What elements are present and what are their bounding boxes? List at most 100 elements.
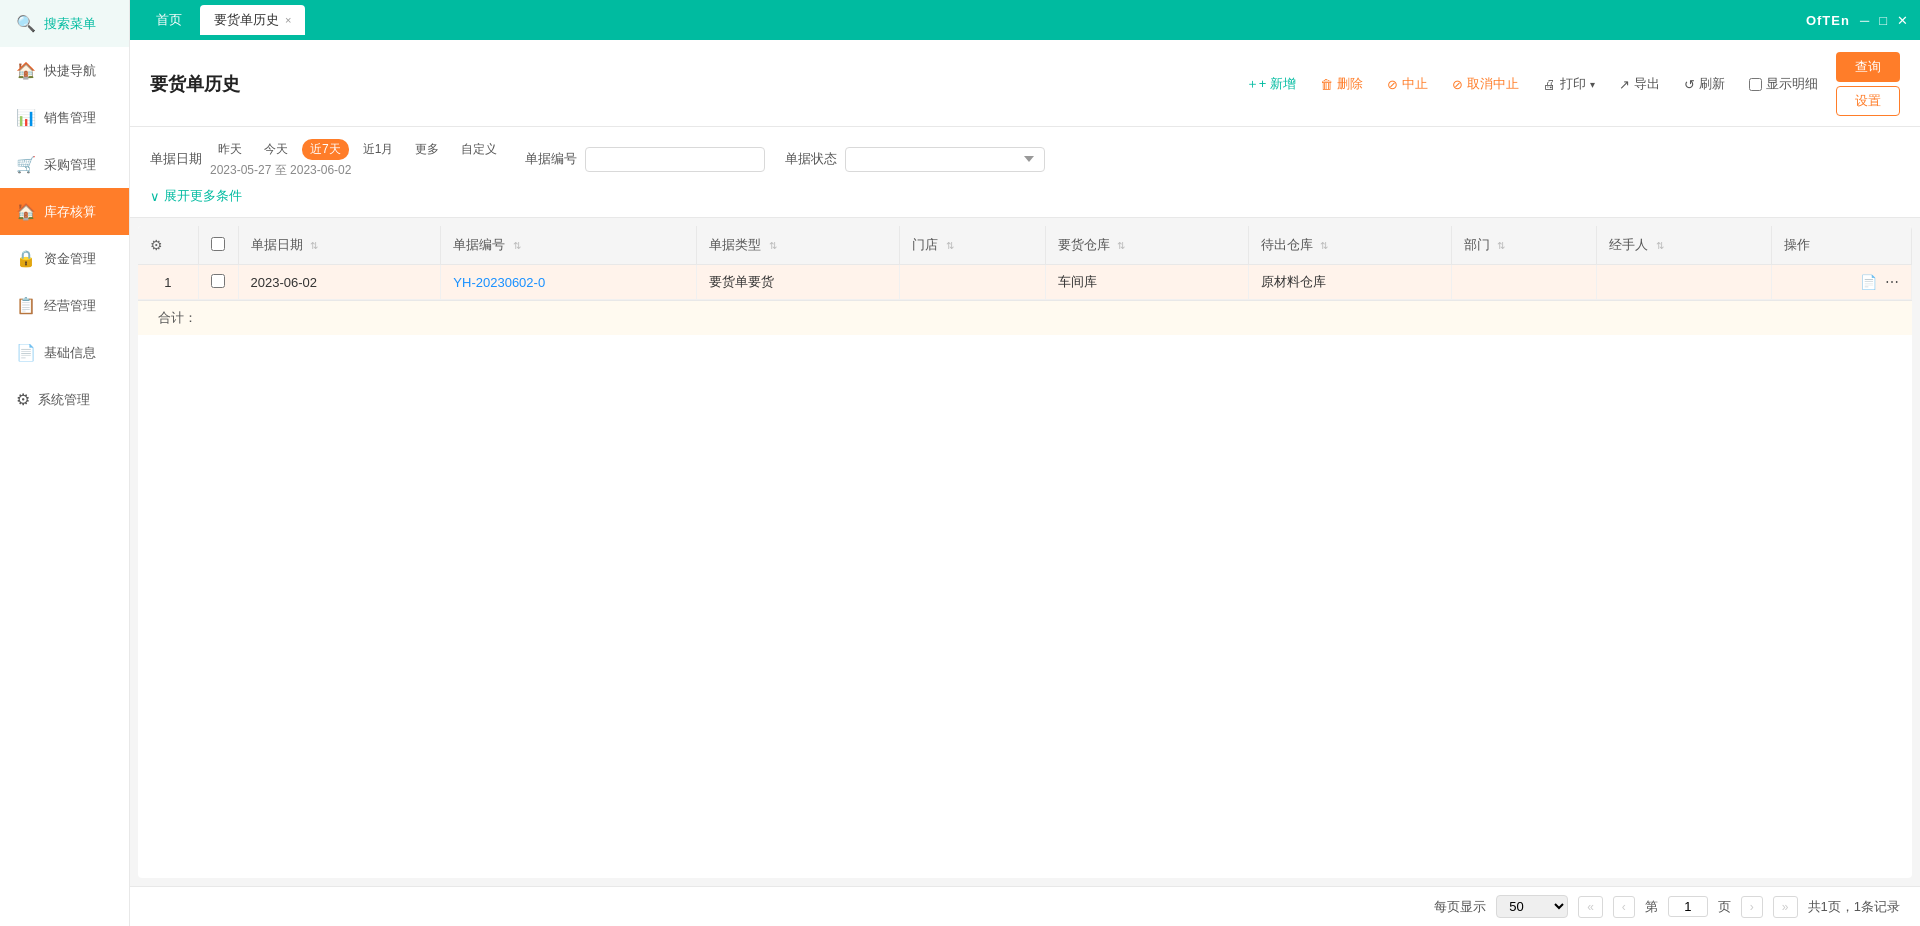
sales-icon: 📊 xyxy=(16,108,36,127)
sidebar: 🔍 搜索菜单 🏠 快捷导航 📊 销售管理 🛒 采购管理 🏠 库存核算 🔒 资金管… xyxy=(0,0,130,926)
delete-icon: 🗑 xyxy=(1320,77,1333,92)
cell-actions: 📄 ⋯ xyxy=(1771,265,1911,300)
table-body: 1 2023-06-02 YH-20230602-0 要货单要货 车间库 原材料… xyxy=(138,265,1912,300)
expand-more-button[interactable]: ∨ 展开更多条件 xyxy=(150,187,1900,205)
show-detail-toggle[interactable]: 显示明细 xyxy=(1743,71,1824,97)
tab-requisition-history[interactable]: 要货单历史 × xyxy=(200,5,305,35)
col-doc-date: 单据日期 ⇅ xyxy=(238,226,441,265)
sort-icon-doc-date[interactable]: ⇅ xyxy=(310,240,318,251)
status-label: 单据状态 xyxy=(785,150,837,168)
sidebar-item-quick-nav[interactable]: 🏠 快捷导航 xyxy=(0,47,129,94)
status-select[interactable] xyxy=(845,147,1045,172)
sidebar-item-finance[interactable]: 🔒 资金管理 xyxy=(0,235,129,282)
first-page-button[interactable]: « xyxy=(1578,896,1603,918)
delete-button[interactable]: 🗑 删除 xyxy=(1314,71,1369,97)
col-req-warehouse: 要货仓库 ⇅ xyxy=(1045,226,1248,265)
inventory-icon: 🏠 xyxy=(16,202,36,221)
date-btn-1month[interactable]: 近1月 xyxy=(355,139,402,160)
last-page-button[interactable]: » xyxy=(1773,896,1798,918)
cell-handler xyxy=(1597,265,1771,300)
window-maximize-button[interactable]: □ xyxy=(1879,13,1887,28)
export-button[interactable]: ↗ 导出 xyxy=(1613,71,1666,97)
total-records: 共1页，1条记录 xyxy=(1808,898,1900,916)
table-row: 1 2023-06-02 YH-20230602-0 要货单要货 车间库 原材料… xyxy=(138,265,1912,300)
window-minimize-button[interactable]: ─ xyxy=(1860,13,1869,28)
print-icon: 🖨 xyxy=(1543,77,1556,92)
page-number-input[interactable] xyxy=(1668,896,1708,917)
prev-page-button[interactable]: ‹ xyxy=(1613,896,1635,918)
sort-icon-handler[interactable]: ⇅ xyxy=(1656,240,1664,251)
filter-row: 单据日期 昨天 今天 近7天 近1月 更多 自定义 2023-05-27 至 2… xyxy=(150,139,1900,179)
filter-area: 单据日期 昨天 今天 近7天 近1月 更多 自定义 2023-05-27 至 2… xyxy=(130,127,1920,218)
sidebar-item-system[interactable]: ⚙ 系统管理 xyxy=(0,376,129,423)
topbar: 首页 要货单历史 × OfTEn ─ □ ✕ xyxy=(130,0,1920,40)
stop-icon: ⊘ xyxy=(1387,77,1398,92)
page-title: 要货单历史 xyxy=(150,72,240,106)
sidebar-item-inventory[interactable]: 🏠 库存核算 xyxy=(0,188,129,235)
export-icon: ↗ xyxy=(1619,77,1630,92)
sort-icon-req-warehouse[interactable]: ⇅ xyxy=(1117,240,1125,251)
refresh-button[interactable]: ↺ 刷新 xyxy=(1678,71,1731,97)
basic-info-icon: 📄 xyxy=(16,343,36,362)
sort-icon-pending-warehouse[interactable]: ⇅ xyxy=(1320,240,1328,251)
sidebar-item-sales-mgmt[interactable]: 📊 销售管理 xyxy=(0,94,129,141)
home-icon: 🏠 xyxy=(16,61,36,80)
query-button[interactable]: 查询 xyxy=(1836,52,1900,82)
doc-no-link[interactable]: YH-20230602-0 xyxy=(453,275,545,290)
doc-no-filter-group: 单据编号 xyxy=(525,147,765,172)
date-btn-today[interactable]: 今天 xyxy=(256,139,296,160)
date-btn-more[interactable]: 更多 xyxy=(407,139,447,160)
sidebar-item-search-menu[interactable]: 🔍 搜索菜单 xyxy=(0,0,129,47)
sort-icon-store[interactable]: ⇅ xyxy=(946,240,954,251)
date-shortcuts: 昨天 今天 近7天 近1月 更多 自定义 xyxy=(210,139,505,160)
print-button[interactable]: 🖨 打印 ▾ xyxy=(1537,71,1601,97)
window-close-button[interactable]: ✕ xyxy=(1897,13,1908,28)
col-store: 门店 ⇅ xyxy=(899,226,1045,265)
cancel-stop-button[interactable]: ⊘ 取消中止 xyxy=(1446,71,1525,97)
refresh-icon: ↺ xyxy=(1684,77,1695,92)
sort-icon-doc-type[interactable]: ⇅ xyxy=(769,240,777,251)
system-icon: ⚙ xyxy=(16,390,30,409)
sort-icon-doc-no[interactable]: ⇅ xyxy=(513,240,521,251)
row-more-icon[interactable]: ⋯ xyxy=(1885,274,1899,290)
page-header: 要货单历史 ＋ + 新增 🗑 删除 ⊘ 中止 ⊘ 取消中止 xyxy=(130,40,1920,127)
sidebar-item-operations[interactable]: 📋 经营管理 xyxy=(0,282,129,329)
finance-icon: 🔒 xyxy=(16,249,36,268)
tab-close-button[interactable]: × xyxy=(285,14,291,26)
content: 要货单历史 ＋ + 新增 🗑 删除 ⊘ 中止 ⊘ 取消中止 xyxy=(130,40,1920,926)
table-header-row: ⚙ 单据日期 ⇅ 单据编号 ⇅ xyxy=(138,226,1912,265)
row-edit-icon[interactable]: 📄 xyxy=(1860,274,1877,290)
sort-icon-department[interactable]: ⇅ xyxy=(1497,240,1505,251)
doc-no-input[interactable] xyxy=(585,147,765,172)
row-checkbox[interactable] xyxy=(211,274,225,288)
tab-home[interactable]: 首页 xyxy=(142,5,196,35)
data-table: ⚙ 单据日期 ⇅ 单据编号 ⇅ xyxy=(138,226,1912,300)
col-doc-no: 单据编号 ⇅ xyxy=(441,226,697,265)
new-button[interactable]: ＋ + 新增 xyxy=(1240,71,1302,97)
pagination: 每页显示 50 20 100 « ‹ 第 页 › » 共1页，1条记录 xyxy=(130,886,1920,926)
print-chevron-down-icon: ▾ xyxy=(1590,79,1595,90)
add-icon: ＋ xyxy=(1246,75,1259,93)
stop-button[interactable]: ⊘ 中止 xyxy=(1381,71,1434,97)
col-checkbox xyxy=(198,226,238,265)
search-menu-icon: 🔍 xyxy=(16,14,36,33)
table-settings-icon[interactable]: ⚙ xyxy=(150,237,163,253)
topbar-right: OfTEn ─ □ ✕ xyxy=(1806,13,1908,28)
date-btn-custom[interactable]: 自定义 xyxy=(453,139,505,160)
show-detail-checkbox[interactable] xyxy=(1749,78,1762,91)
date-btn-yesterday[interactable]: 昨天 xyxy=(210,139,250,160)
col-pending-warehouse: 待出仓库 ⇅ xyxy=(1248,226,1451,265)
date-btn-7days[interactable]: 近7天 xyxy=(302,139,349,160)
chevron-down-icon: ∨ xyxy=(150,189,160,204)
cell-pending-warehouse: 原材料仓库 xyxy=(1248,265,1451,300)
per-page-select[interactable]: 50 20 100 xyxy=(1496,895,1568,918)
next-page-button[interactable]: › xyxy=(1741,896,1763,918)
sidebar-item-basic-info[interactable]: 📄 基础信息 xyxy=(0,329,129,376)
set-button[interactable]: 设置 xyxy=(1836,86,1900,116)
purchase-icon: 🛒 xyxy=(16,155,36,174)
doc-no-label: 单据编号 xyxy=(525,150,577,168)
col-department: 部门 ⇅ xyxy=(1451,226,1597,265)
select-all-checkbox[interactable] xyxy=(211,237,225,251)
sidebar-item-purchase-mgmt[interactable]: 🛒 采购管理 xyxy=(0,141,129,188)
date-range-display: 2023-05-27 至 2023-06-02 xyxy=(210,162,505,179)
